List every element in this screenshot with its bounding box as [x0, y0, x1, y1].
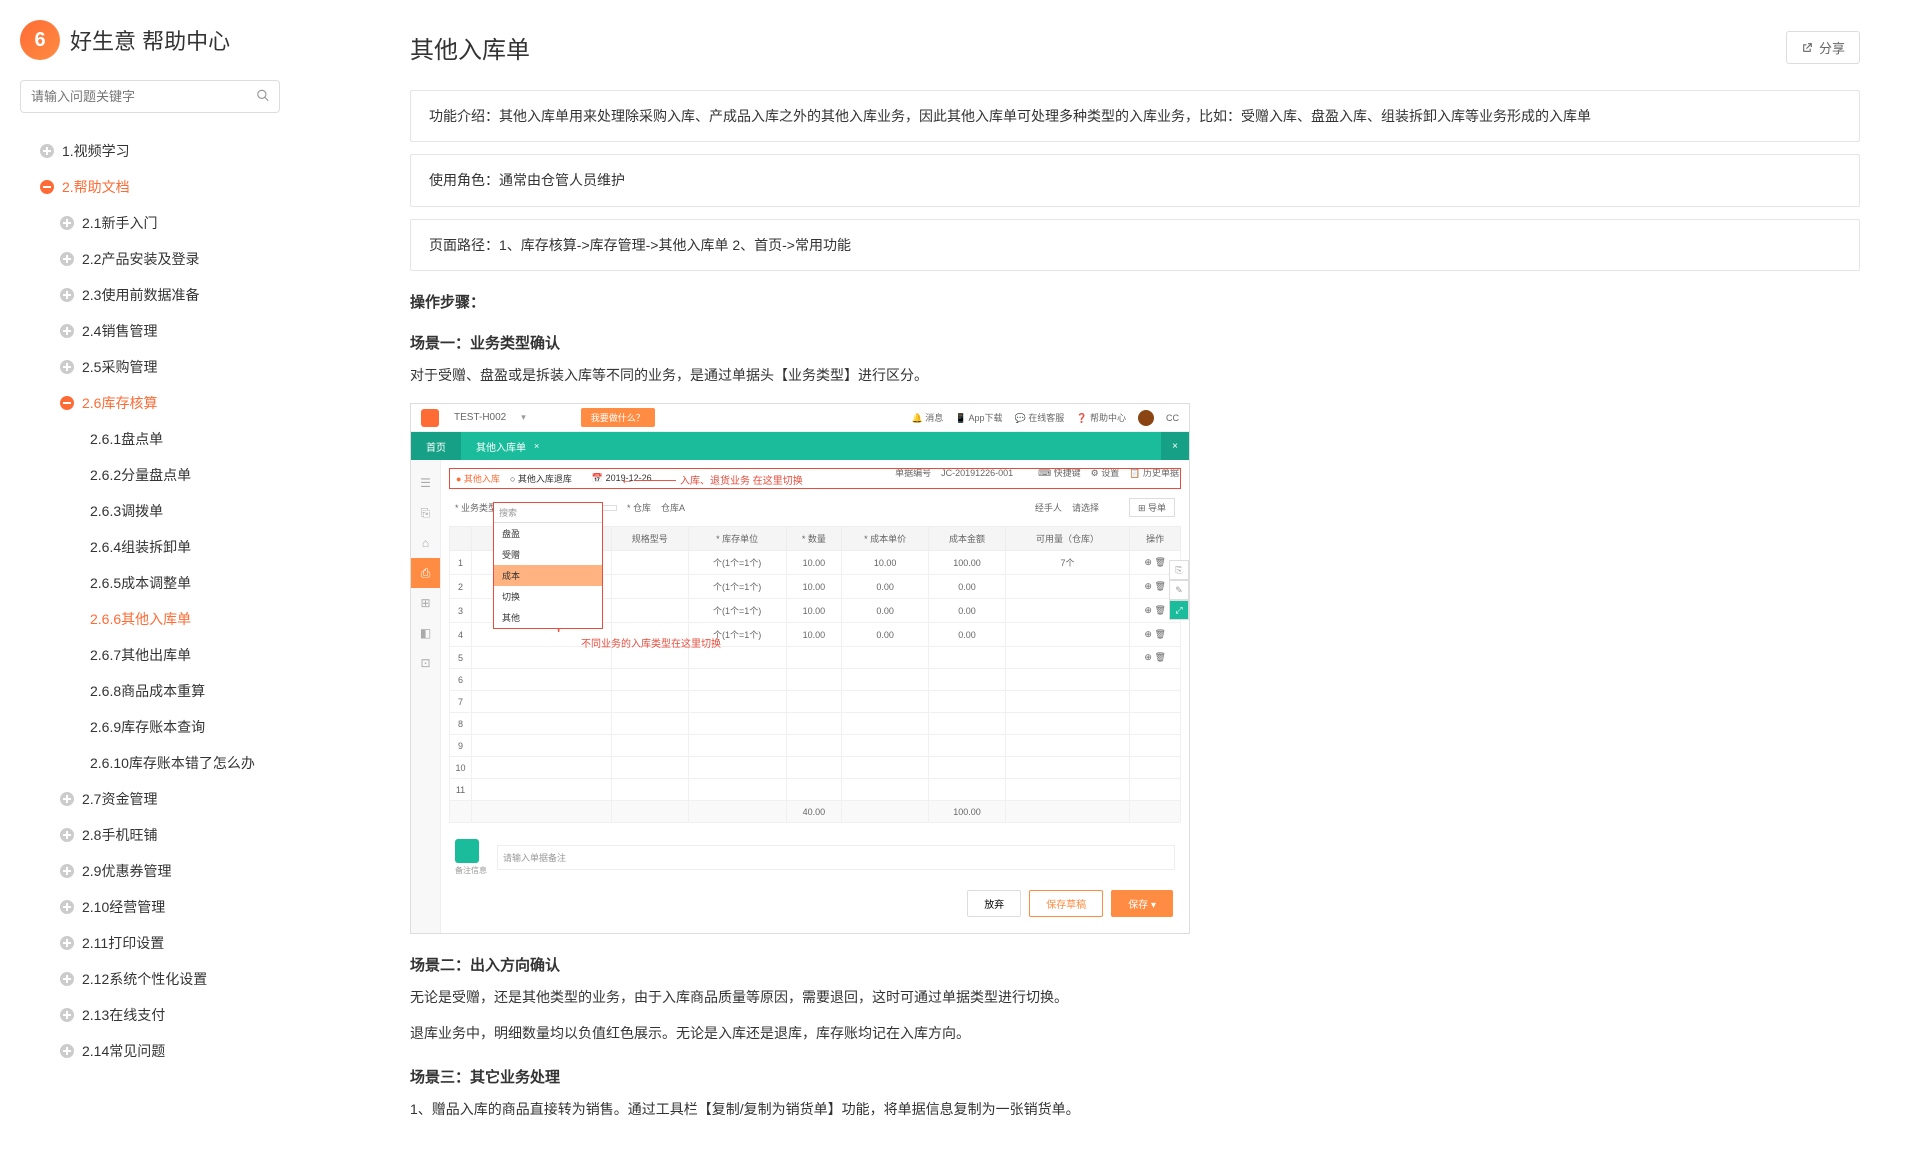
nav-item-2-9[interactable]: 2.9优惠券管理: [20, 853, 280, 889]
nav-item-2-7[interactable]: 2.7资金管理: [20, 781, 280, 817]
nav-tree: 1.视频学习 2.帮助文档 2.1新手入门 2.2产品安装及登录 2.3使用前数…: [20, 133, 280, 1069]
ss-tab-doc: 其他入库单×: [461, 432, 554, 460]
page-title: 其他入库单: [410, 30, 530, 65]
ss-tab-home: 首页: [411, 432, 461, 460]
nav-item-docs[interactable]: 2.帮助文档: [20, 169, 280, 205]
ss-radio-return: ○ 其他入库退库: [510, 472, 572, 485]
ss-logo-icon: [421, 409, 439, 427]
nav-item-2-13[interactable]: 2.13在线支付: [20, 997, 280, 1033]
nav-item-2-6-10[interactable]: 2.6.10库存账本错了怎么办: [20, 745, 280, 781]
search-input[interactable]: [20, 80, 280, 113]
intro-box: 功能介绍：其他入库单用来处理除采购入库、产成品入库之外的其他入库业务，因此其他入…: [410, 90, 1860, 142]
nav-item-2-6-1[interactable]: 2.6.1盘点单: [20, 421, 280, 457]
nav-item-2-12[interactable]: 2.12系统个性化设置: [20, 961, 280, 997]
logo-text: 好生意 帮助中心: [70, 24, 230, 56]
nav-item-2-10[interactable]: 2.10经营管理: [20, 889, 280, 925]
nav-item-2-6-9[interactable]: 2.6.9库存账本查询: [20, 709, 280, 745]
ss-dropdown: 搜索 盘盈 受赠 成本 切换 其他: [493, 502, 603, 629]
scene3-text: 1、赠品入库的商品直接转为销售。通过工具栏【复制/复制为销货单】功能，将单据信息…: [410, 1097, 1860, 1122]
scene1-text: 对于受赠、盘盈或是拆装入库等不同的业务，是通过单据头【业务类型】进行区分。: [410, 363, 1860, 388]
nav-item-2-4[interactable]: 2.4销售管理: [20, 313, 280, 349]
nav-item-video[interactable]: 1.视频学习: [20, 133, 280, 169]
search-box: [20, 80, 280, 113]
nav-item-2-8[interactable]: 2.8手机旺铺: [20, 817, 280, 853]
scene3-title: 场景三：其它业务处理: [410, 1066, 1860, 1087]
ss-remark-icon: [455, 839, 479, 863]
nav-item-2-6-4[interactable]: 2.6.4组装拆卸单: [20, 529, 280, 565]
share-icon: [1801, 41, 1814, 54]
nav-item-2-14[interactable]: 2.14常见问题: [20, 1033, 280, 1069]
logo[interactable]: 6 好生意 帮助中心: [20, 20, 280, 60]
ss-menu-icon: ☰: [411, 468, 440, 498]
search-icon[interactable]: [256, 88, 270, 105]
nav-item-2-1[interactable]: 2.1新手入门: [20, 205, 280, 241]
logo-icon: 6: [20, 20, 60, 60]
nav-item-2-6-7[interactable]: 2.6.7其他出库单: [20, 637, 280, 673]
screenshot-image: TEST-H002 ▾ 我要做什么？ 🔔 消息 📱 App下载 💬 在线客服 ❓…: [410, 403, 1190, 934]
nav-item-2-6-8[interactable]: 2.6.8商品成本重算: [20, 673, 280, 709]
nav-item-2-2[interactable]: 2.2产品安装及登录: [20, 241, 280, 277]
nav-item-2-5[interactable]: 2.5采购管理: [20, 349, 280, 385]
ss-close-icon: ×: [1161, 432, 1189, 460]
ss-radio-in: ● 其他入库: [456, 472, 500, 485]
nav-item-2-11[interactable]: 2.11打印设置: [20, 925, 280, 961]
share-button[interactable]: 分享: [1786, 31, 1860, 64]
nav-item-2-6-2[interactable]: 2.6.2分量盘点单: [20, 457, 280, 493]
scene2-text2: 退库业务中，明细数量均以负值红色展示。无论是入库还是退库，库存账均记在入库方向。: [410, 1021, 1860, 1046]
sidebar: 6 好生意 帮助中心 1.视频学习 2.帮助文档 2.1新手入门 2.2产品安装…: [0, 0, 300, 1162]
scene1-title: 场景一：业务类型确认: [410, 332, 1860, 353]
path-box: 页面路径：1、库存核算->库存管理->其他入库单 2、首页->常用功能: [410, 219, 1860, 271]
ss-avatar-icon: [1138, 410, 1154, 426]
scene2-text1: 无论是受赠，还是其他类型的业务，由于入库商品质量等原因，需要退回，这时可通过单据…: [410, 985, 1860, 1010]
main-content: 其他入库单 分享 功能介绍：其他入库单用来处理除采购入库、产成品入库之外的其他入…: [300, 0, 1920, 1162]
ss-cancel-button: 放弃: [967, 890, 1021, 917]
ss-save-button: 保存 ▾: [1111, 890, 1173, 917]
role-box: 使用角色：通常由仓管人员维护: [410, 154, 1860, 206]
nav-item-2-6-5[interactable]: 2.6.5成本调整单: [20, 565, 280, 601]
scene2-title: 场景二：出入方向确认: [410, 954, 1860, 975]
ss-draft-button: 保存草稿: [1029, 890, 1103, 917]
nav-item-2-6-3[interactable]: 2.6.3调拨单: [20, 493, 280, 529]
nav-item-2-3[interactable]: 2.3使用前数据准备: [20, 277, 280, 313]
nav-item-2-6[interactable]: 2.6库存核算: [20, 385, 280, 421]
steps-title: 操作步骤：: [410, 291, 1860, 312]
nav-item-2-6-6[interactable]: 2.6.6其他入库单: [20, 601, 280, 637]
